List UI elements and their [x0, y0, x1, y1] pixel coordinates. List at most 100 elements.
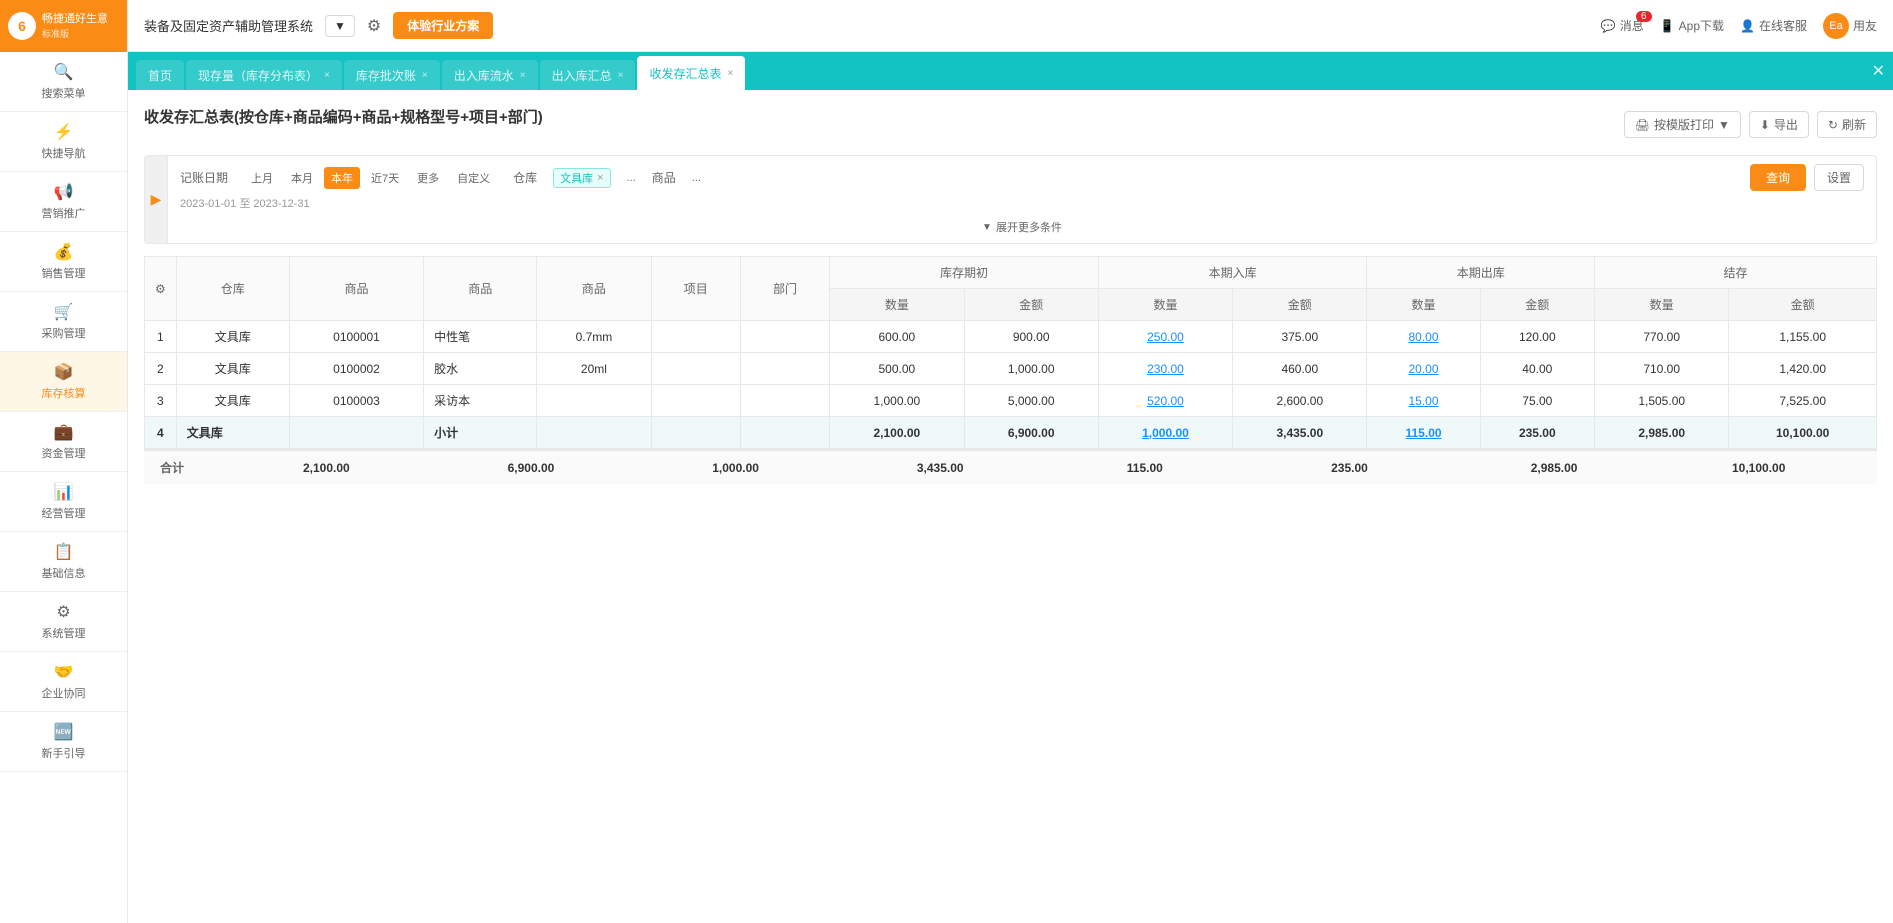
summary-open-qty: 2,100.00	[224, 461, 429, 475]
row-warehouse: 文具库	[176, 417, 289, 449]
sidebar-item-quick-nav[interactable]: ⚡快捷导航	[0, 112, 127, 172]
row-dept	[740, 385, 829, 417]
tab-close-inout-flow[interactable]: ×	[520, 70, 526, 81]
col-out-amt: 金额	[1480, 289, 1594, 321]
tab-inventory-dist[interactable]: 现存量（库存分布表）×	[186, 60, 342, 90]
sidebar-item-enterprise[interactable]: 🤝企业协同	[0, 652, 127, 712]
tab-label-inout-summary: 出入库汇总	[552, 67, 612, 84]
dropdown-arrow-icon: ▼	[334, 19, 346, 33]
col-bal-amt: 金额	[1729, 289, 1877, 321]
system-dropdown[interactable]: ▼	[325, 15, 355, 37]
tab-close-batch-account[interactable]: ×	[422, 70, 428, 81]
row-project	[651, 353, 740, 385]
table-row: 3 文具库 0100003 采访本 1,000.00 5,000.00 520.…	[145, 385, 1877, 417]
sidebar-item-search[interactable]: 🔍搜索菜单	[0, 52, 127, 112]
summary-in-qty: 1,000.00	[633, 461, 838, 475]
row-project	[651, 321, 740, 353]
row-in-qty[interactable]: 250.00	[1098, 321, 1232, 353]
row-out-qty[interactable]: 115.00	[1367, 417, 1480, 449]
sidebar-item-label-quick-nav: 快捷导航	[42, 145, 86, 161]
sidebar-item-sales[interactable]: 💰销售管理	[0, 232, 127, 292]
sidebar-item-guide[interactable]: 🆕新手引导	[0, 712, 127, 772]
row-out-qty[interactable]: 20.00	[1367, 353, 1480, 385]
sidebar-item-business[interactable]: 📊 经营管理	[0, 472, 127, 532]
print-btn[interactable]: 🖨 按模版打印 ▼	[1624, 111, 1741, 138]
tab-bar-close-icon[interactable]: ✕	[1872, 61, 1885, 81]
sidebar-item-marketing[interactable]: 📢营销推广	[0, 172, 127, 232]
message-item[interactable]: 💬 消息 6	[1601, 17, 1644, 34]
setting-btn[interactable]: 设置	[1814, 164, 1864, 191]
top-bar: 装备及固定资产辅助管理系统 ▼ ⚙ 体验行业方案 💬 消息 6 📱 App下载 …	[128, 0, 1893, 52]
logo-icon: 6	[8, 12, 36, 40]
user-item[interactable]: Ea 用友	[1823, 13, 1877, 39]
trial-btn[interactable]: 体验行业方案	[393, 12, 493, 39]
row-in-amt: 2,600.00	[1233, 385, 1367, 417]
row-out-qty[interactable]: 80.00	[1367, 321, 1480, 353]
row-in-qty[interactable]: 520.00	[1098, 385, 1232, 417]
col-settings-icon: ⚙	[155, 282, 166, 296]
tab-receive-summary[interactable]: 收发存汇总表×	[637, 56, 745, 90]
app-download-item[interactable]: 📱 App下载	[1660, 17, 1724, 34]
guide-icon: 🆕	[54, 722, 74, 742]
row-num: 4	[145, 417, 177, 449]
tab-inout-summary[interactable]: 出入库汇总 ×	[540, 60, 636, 90]
sidebar-item-purchase[interactable]: 🛒采购管理	[0, 292, 127, 352]
logo-title: 畅捷通好生意	[42, 12, 108, 27]
sidebar-item-label-business: 经营管理	[42, 505, 86, 521]
table-row: 4 文具库 小计 2,100.00 6,900.00 1,000.00 3,43…	[145, 417, 1877, 449]
date-btn-last-month[interactable]: 上月	[244, 167, 280, 189]
row-out-amt: 40.00	[1480, 353, 1594, 385]
table-row: 2 文具库 0100002 胶水 20ml 500.00 1,000.00 23…	[145, 353, 1877, 385]
row-open-amt: 5,000.00	[964, 385, 1098, 417]
summary-bal-qty: 2,985.00	[1452, 461, 1657, 475]
sidebar-item-inventory[interactable]: 📦库存核算	[0, 352, 127, 412]
tab-close-inout-summary[interactable]: ×	[618, 70, 624, 81]
tab-batch-account[interactable]: 库存批次账×	[344, 60, 440, 90]
col-open-qty: 数量	[830, 289, 964, 321]
product-more-btn[interactable]: ...	[692, 172, 701, 184]
warehouse-tag: 文具库 ×	[553, 168, 610, 188]
tab-close-receive-summary[interactable]: ×	[727, 68, 733, 79]
enterprise-icon: 🤝	[54, 662, 74, 682]
print-label: 按模版打印	[1654, 116, 1714, 133]
sidebar-item-basic-info[interactable]: 📋基础信息	[0, 532, 127, 592]
setting-icon[interactable]: ⚙	[367, 16, 381, 36]
filter-collapse-btn[interactable]: ▶	[144, 155, 168, 244]
export-btn[interactable]: ⬇ 导出	[1749, 111, 1809, 138]
date-btn-custom[interactable]: 自定义	[450, 167, 497, 189]
purchase-icon: 🛒	[54, 302, 74, 322]
online-service-item[interactable]: 👤 在线客服	[1740, 17, 1807, 34]
system-icon: ⚙	[56, 602, 70, 622]
business-icon: 📊	[54, 482, 74, 502]
basic-info-icon: 📋	[54, 542, 74, 562]
tab-inout-flow[interactable]: 出入库流水×	[442, 60, 538, 90]
row-in-qty[interactable]: 230.00	[1098, 353, 1232, 385]
date-btn-this-year[interactable]: 本年	[324, 167, 360, 189]
date-btn-this-month[interactable]: 本月	[284, 167, 320, 189]
sidebar-item-system[interactable]: ⚙系统管理	[0, 592, 127, 652]
date-btn-7days[interactable]: 近7天	[364, 167, 406, 189]
warehouse-more-btn[interactable]: ...	[627, 172, 636, 184]
row-in-qty[interactable]: 1,000.00	[1098, 417, 1232, 449]
query-btn[interactable]: 查询	[1750, 164, 1806, 191]
col-group-opening: 库存期初	[830, 257, 1099, 289]
row-warehouse: 文具库	[176, 321, 289, 353]
summary-out-qty: 115.00	[1043, 461, 1248, 475]
col-group-out: 本期出库	[1367, 257, 1595, 289]
col-header-name: 商品	[424, 257, 537, 321]
col-open-amt: 金额	[964, 289, 1098, 321]
summary-bal-amt: 10,100.00	[1656, 461, 1861, 475]
row-spec	[537, 417, 651, 449]
row-project	[651, 385, 740, 417]
col-settings[interactable]: ⚙	[145, 257, 177, 321]
tab-home[interactable]: 首页	[136, 60, 184, 90]
refresh-btn[interactable]: ↻ 刷新	[1817, 111, 1877, 138]
expand-more-btn[interactable]: ▼ 展开更多条件	[180, 219, 1864, 235]
sidebar-item-finance[interactable]: 💼资金管理	[0, 412, 127, 472]
tab-close-inventory-dist[interactable]: ×	[324, 70, 330, 81]
app-download-label: App下载	[1679, 17, 1724, 34]
row-warehouse: 文具库	[176, 353, 289, 385]
warehouse-tag-close[interactable]: ×	[597, 172, 603, 184]
date-btn-more[interactable]: 更多	[410, 167, 446, 189]
row-out-qty[interactable]: 15.00	[1367, 385, 1480, 417]
